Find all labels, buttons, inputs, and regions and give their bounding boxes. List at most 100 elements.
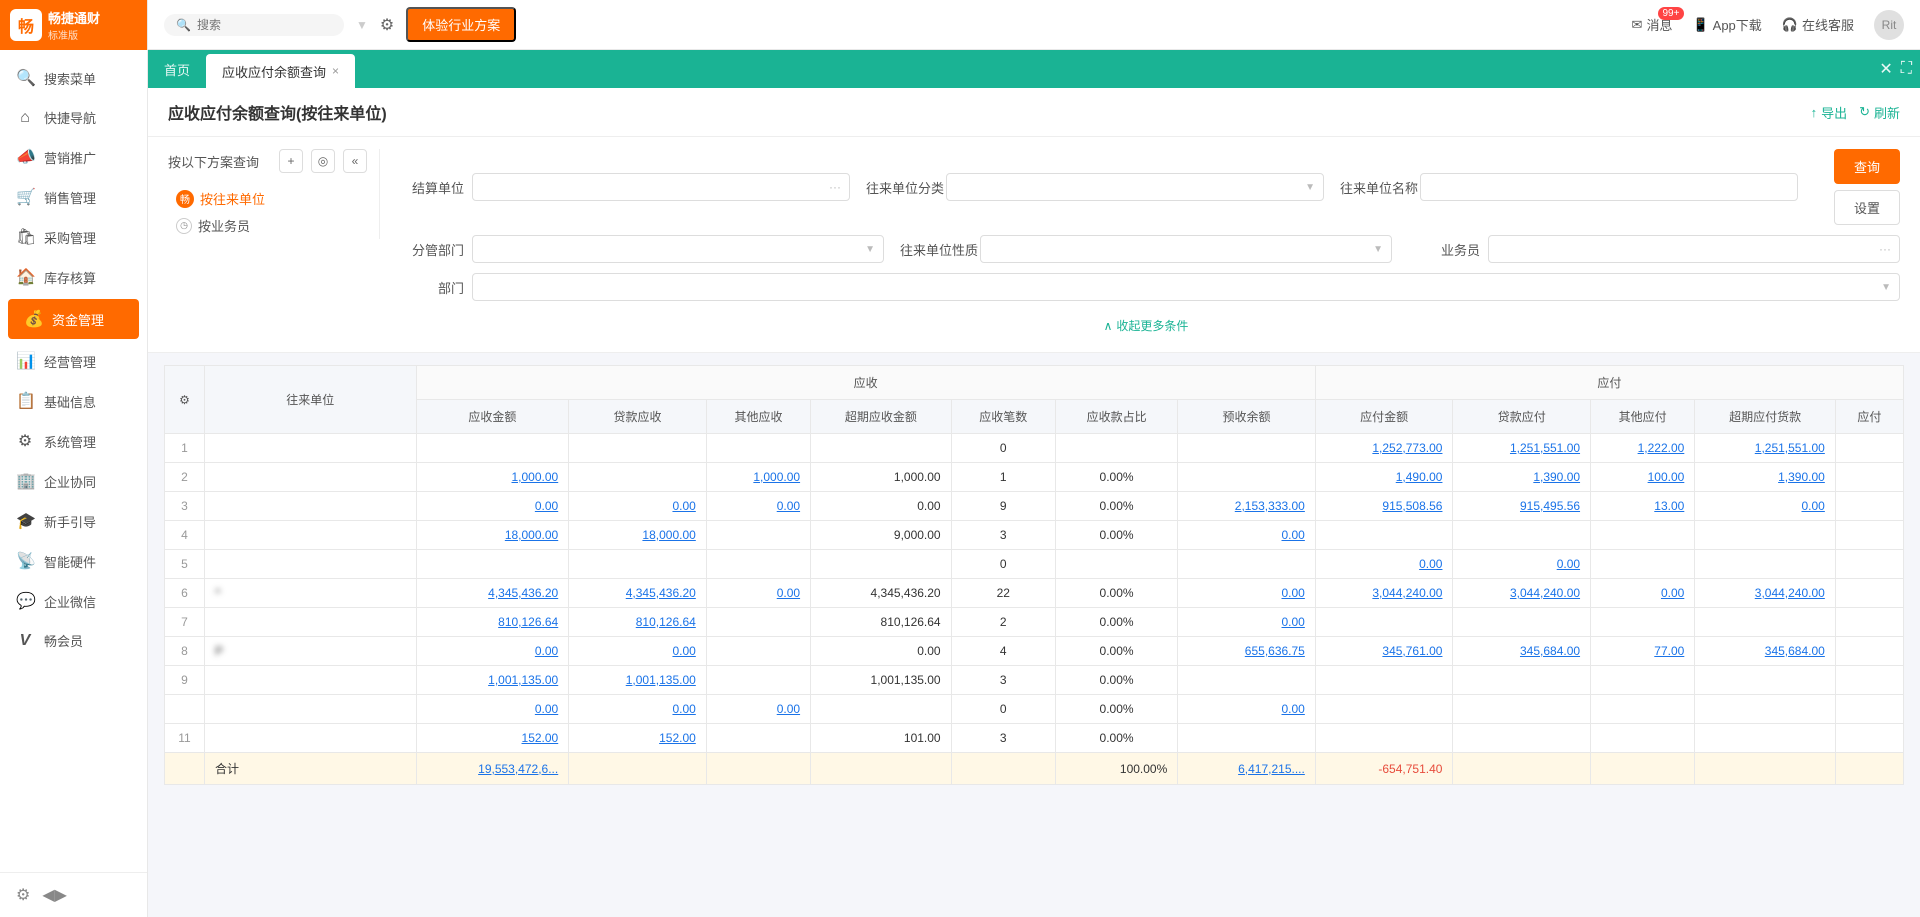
total-yf-dk — [1453, 753, 1591, 785]
sidebar-item-inventory[interactable]: 🏠 库存核算 — [0, 257, 147, 297]
table-row: 7810,126.64810,126.64810,126.6420.00%0.0… — [165, 608, 1904, 637]
tab-home[interactable]: 首页 — [148, 50, 206, 88]
query-button[interactable]: 查询 — [1834, 149, 1900, 184]
th-yf-qt: 其他应付 — [1591, 400, 1695, 434]
sidebar-item-operations[interactable]: 📊 经营管理 — [0, 341, 147, 381]
message-icon: ✉ — [1632, 17, 1643, 33]
scheme-wanglai[interactable]: 畅 按往来单位 — [168, 185, 367, 212]
tab-close-window-icon[interactable]: ✕ — [1879, 59, 1892, 79]
refresh-button[interactable]: ↻ 刷新 — [1859, 103, 1900, 122]
sidebar-item-system[interactable]: ⚙ 系统管理 — [0, 421, 147, 461]
total-ys-yushou[interactable]: 6,417,215.... — [1178, 753, 1316, 785]
logo-icon: 畅 — [10, 9, 42, 41]
dept-input[interactable]: ▼ — [472, 273, 1900, 301]
total-yf-more — [1835, 753, 1903, 785]
table-area[interactable]: ⚙ 往来单位 应收 应付 应收金额 贷款应收 其他应收 超期应收金额 应收笔数 … — [148, 353, 1920, 917]
tab-arbalance[interactable]: 应收应付余额查询 × — [206, 54, 355, 88]
total-yf-je: -654,751.40 — [1315, 753, 1453, 785]
total-ys-je[interactable]: 19,553,472,6... — [416, 753, 569, 785]
tab-maximize-icon[interactable]: ⛶ — [1901, 60, 1912, 78]
sidebar-item-enterprise[interactable]: 🏢 企业协同 — [0, 461, 147, 501]
th-ys-je: 应收金额 — [416, 400, 569, 434]
app-download-button[interactable]: 📱 App下载 — [1692, 15, 1761, 34]
th-yingshou-group: 应收 — [416, 366, 1315, 400]
collapse-scheme-btn[interactable]: « — [343, 149, 367, 173]
sidebar-item-member[interactable]: V 畅会员 — [0, 621, 147, 660]
th-settings[interactable]: ⚙ — [165, 366, 205, 434]
th-yf-dk: 贷款应付 — [1453, 400, 1591, 434]
salesperson-input[interactable]: ··· — [1488, 235, 1900, 263]
table-row: 21,000.001,000.001,000.0010.00%1,490.001… — [165, 463, 1904, 492]
collapse-bottom-icon[interactable]: ◀▶ — [42, 885, 67, 905]
sidebar: 畅 畅捷通财 标准版 🔍 搜索菜单 ⌂ 快捷导航 📣 营销推广 🛒 销售管理 🛍… — [0, 0, 148, 917]
filter-wanglai-nature: 往来单位性质 ▼ — [900, 235, 1392, 263]
data-table: ⚙ 往来单位 应收 应付 应收金额 贷款应收 其他应收 超期应收金额 应收笔数 … — [164, 365, 1904, 785]
total-ys-zb: 100.00% — [1055, 753, 1177, 785]
total-ys-dk — [569, 753, 707, 785]
service-icon: 🎧 — [1782, 17, 1798, 33]
settings-bottom-icon[interactable]: ⚙ — [16, 885, 30, 905]
table-row: 418,000.0018,000.009,000.0030.00%0.00 — [165, 521, 1904, 550]
total-label: 合计 — [205, 753, 417, 785]
fenguan-input[interactable]: ▼ — [472, 235, 884, 263]
th-yingfu-group: 应付 — [1315, 366, 1903, 400]
sidebar-item-hardware[interactable]: 📡 智能硬件 — [0, 541, 147, 581]
table-row: 0.000.000.0000.00%0.00 — [165, 695, 1904, 724]
sidebar-item-marketing[interactable]: 📣 营销推广 — [0, 137, 147, 177]
jiesuan-input[interactable]: ··· — [472, 173, 850, 201]
th-yf-more: 应付 — [1835, 400, 1903, 434]
filter-salesperson: 业务员 ··· — [1408, 235, 1900, 263]
topnav-search-input[interactable] — [197, 18, 317, 32]
topnav-search-box: 🔍 — [164, 14, 344, 36]
th-yf-cq: 超期应付货款 — [1695, 400, 1836, 434]
promo-button[interactable]: 体验行业方案 — [406, 7, 516, 42]
total-ys-bs — [951, 753, 1055, 785]
tab-close-icon[interactable]: × — [332, 64, 339, 78]
query-setting-area: 查询 设置 — [1814, 149, 1900, 225]
sidebar-item-funds[interactable]: 💰 资金管理 — [8, 299, 139, 339]
sidebar-item-basic[interactable]: 📋 基础信息 — [0, 381, 147, 421]
wanglai-name-input[interactable] — [1420, 173, 1798, 201]
total-yf-cq — [1695, 753, 1836, 785]
export-button[interactable]: ↑ 导出 — [1811, 103, 1848, 122]
table-row: 11152.00152.00101.0030.00% — [165, 724, 1904, 753]
page-header: 应收应付余额查询(按往来单位) ↑ 导出 ↻ 刷新 — [148, 88, 1920, 137]
th-ys-zb: 应收款占比 — [1055, 400, 1177, 434]
hardware-icon: 📡 — [16, 551, 34, 571]
marketing-icon: 📣 — [16, 147, 34, 167]
sidebar-item-purchase[interactable]: 🛍 采购管理 — [0, 217, 147, 257]
table-row: 30.000.000.000.0090.00%2,153,333.00915,5… — [165, 492, 1904, 521]
topnav-gear-icon[interactable]: ⚙ — [380, 15, 394, 35]
topnav-search-icon: 🔍 — [176, 18, 191, 32]
funds-icon: 💰 — [24, 309, 42, 329]
sidebar-item-guide[interactable]: 🎓 新手引导 — [0, 501, 147, 541]
th-ys-bs: 应收笔数 — [951, 400, 1055, 434]
purchase-icon: 🛍 — [16, 227, 34, 247]
main-content: 应收应付余额查询(按往来单位) ↑ 导出 ↻ 刷新 按以下方案查询 + ◎ « — [148, 88, 1920, 917]
setting-button[interactable]: 设置 — [1834, 190, 1900, 225]
edit-scheme-btn[interactable]: ◎ — [311, 149, 335, 173]
topnav-right: ✉ 消息 99+ 📱 App下载 🎧 在线客服 Rit — [1632, 10, 1904, 40]
total-ys-cq — [811, 753, 952, 785]
th-unit: 往来单位 — [205, 366, 417, 434]
topnav: 🔍 ▼ ⚙ 体验行业方案 ✉ 消息 99+ 📱 App下载 🎧 在线客服 Rit — [148, 0, 1920, 50]
message-button[interactable]: ✉ 消息 99+ — [1632, 15, 1673, 34]
user-avatar[interactable]: Rit — [1874, 10, 1904, 40]
filter-area: 按以下方案查询 + ◎ « 畅 按往来单位 ◷ 按业务员 — [148, 137, 1920, 353]
wanglai-fenlei-input[interactable]: ▼ — [946, 173, 1324, 201]
wanglai-nature-input[interactable]: ▼ — [980, 235, 1392, 263]
sidebar-item-sales[interactable]: 🛒 销售管理 — [0, 177, 147, 217]
collapse-more-btn[interactable]: ∧ 收起更多条件 — [392, 311, 1900, 340]
page-title: 应收应付余额查询(按往来单位) — [168, 100, 387, 136]
inventory-icon: 🏠 — [16, 267, 34, 287]
sidebar-item-wechat[interactable]: 💬 企业微信 — [0, 581, 147, 621]
sidebar-item-search[interactable]: 🔍 搜索菜单 — [0, 58, 147, 98]
add-scheme-btn[interactable]: + — [279, 149, 303, 173]
service-button[interactable]: 🎧 在线客服 — [1782, 15, 1854, 34]
scheme-salesperson[interactable]: ◷ 按业务员 — [168, 212, 367, 239]
basic-icon: 📋 — [16, 391, 34, 411]
scheme-icon-salesperson: ◷ — [176, 218, 192, 234]
filter-toolbar: 按以下方案查询 + ◎ « — [168, 149, 367, 173]
filter-jiesuan: 结算单位 ··· — [392, 173, 850, 201]
sidebar-item-quicknav[interactable]: ⌂ 快捷导航 — [0, 98, 147, 137]
